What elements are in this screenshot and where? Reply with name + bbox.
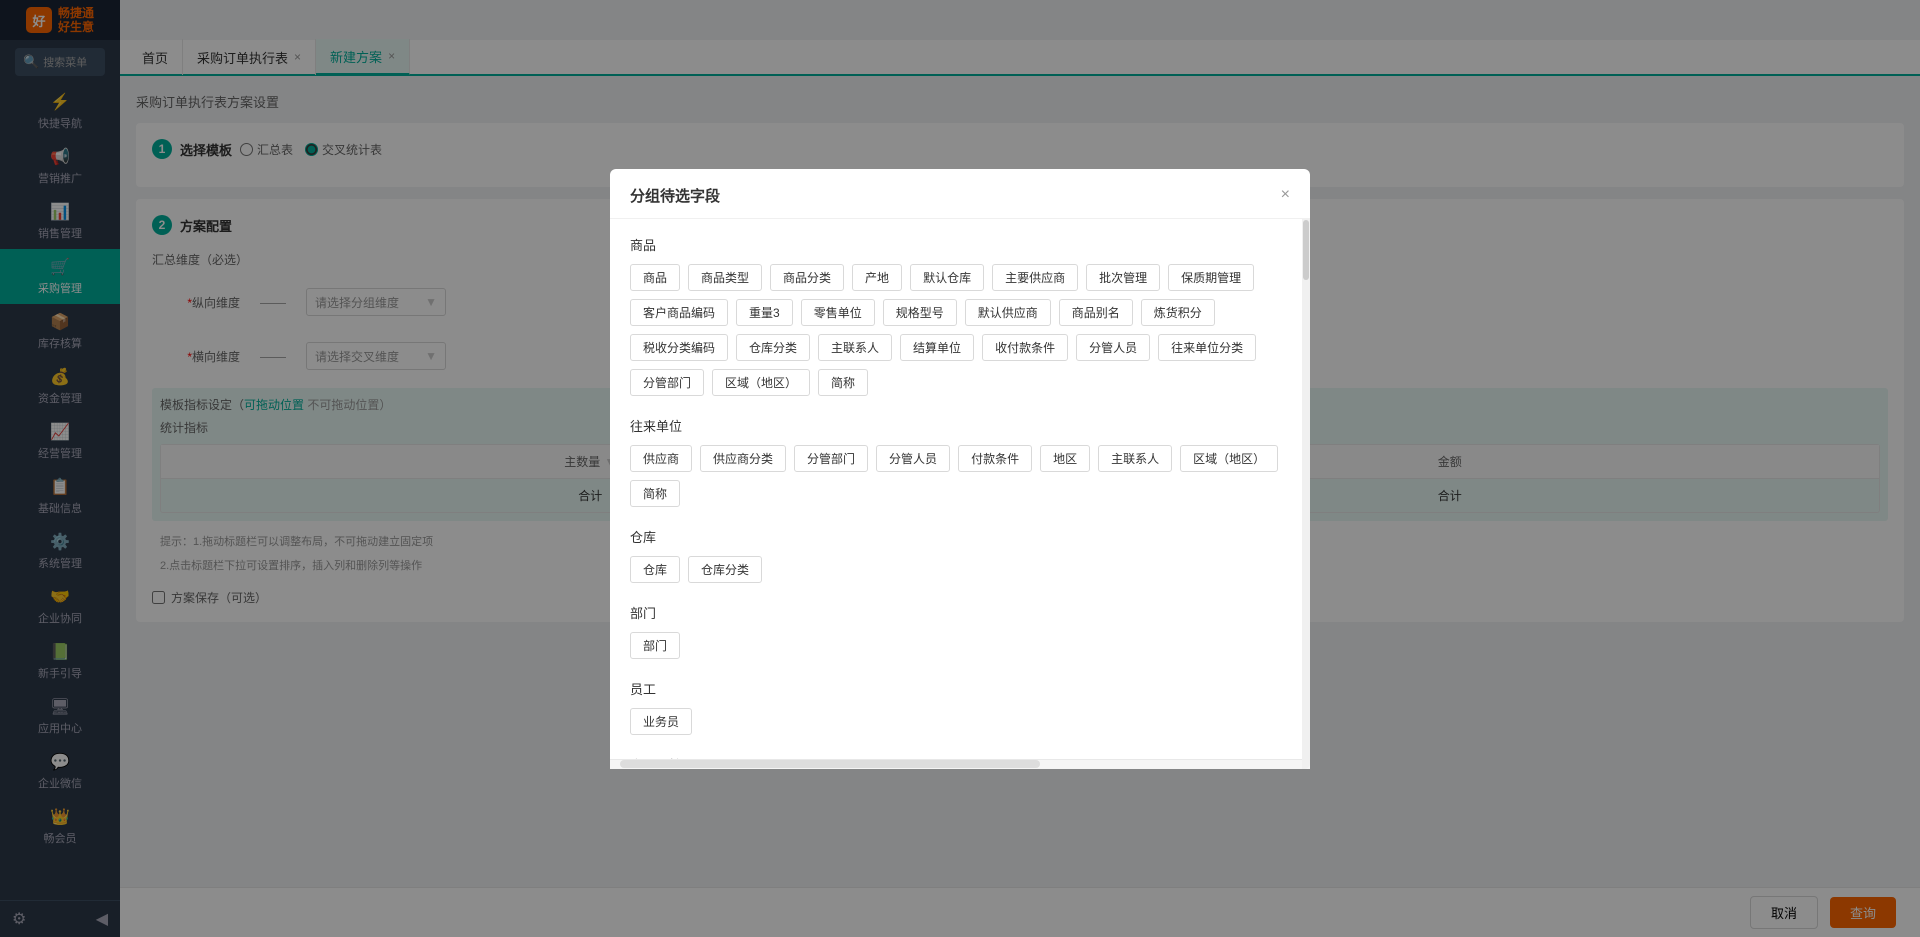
- field-section-partner: 往来单位 供应商 供应商分类 分管部门 分管人员 付款条件 地区 主联系人 区域…: [630, 416, 1290, 507]
- tag-product-alias[interactable]: 商品别名: [1059, 299, 1133, 326]
- tag-partner-category[interactable]: 往来单位分类: [1158, 334, 1256, 361]
- tag-dept-partner[interactable]: 分管部门: [794, 445, 868, 472]
- tag-short-name-product[interactable]: 简称: [818, 369, 868, 396]
- modal-body: 商品 商品 商品类型 商品分类 产地 默认仓库 主要供应商 批次管理 保质期管理…: [610, 219, 1310, 759]
- tag-supervisor[interactable]: 分管人员: [1076, 334, 1150, 361]
- tag-spec-model[interactable]: 规格型号: [883, 299, 957, 326]
- warehouse-tags: 仓库 仓库分类: [630, 556, 1290, 583]
- tag-product-category[interactable]: 商品分类: [770, 264, 844, 291]
- section-dept-title: 部门: [630, 603, 1290, 622]
- tag-default-supplier[interactable]: 默认供应商: [965, 299, 1051, 326]
- tag-weight3[interactable]: 重量3: [736, 299, 793, 326]
- modal: 分组待选字段 × 商品 商品 商品类型 商品分类 产地 默认仓库 主要供应商 批…: [610, 169, 1310, 769]
- tag-supplier-category[interactable]: 供应商分类: [700, 445, 786, 472]
- tag-payment-terms[interactable]: 收付款条件: [982, 334, 1068, 361]
- tag-tax-code[interactable]: 税收分类编码: [630, 334, 728, 361]
- tag-salesperson[interactable]: 业务员: [630, 708, 692, 735]
- tag-warehouse-type[interactable]: 仓库分类: [688, 556, 762, 583]
- dept-tags: 部门: [630, 632, 1290, 659]
- tag-warehouse[interactable]: 仓库: [630, 556, 680, 583]
- tag-product-type[interactable]: 商品类型: [688, 264, 762, 291]
- section-employee-title: 员工: [630, 679, 1290, 698]
- tag-supervisor-partner[interactable]: 分管人员: [876, 445, 950, 472]
- modal-hscrollbar[interactable]: [610, 759, 1310, 769]
- field-section-product: 商品 商品 商品类型 商品分类 产地 默认仓库 主要供应商 批次管理 保质期管理…: [630, 235, 1290, 396]
- tag-main-supplier[interactable]: 主要供应商: [992, 264, 1078, 291]
- section-warehouse-title: 仓库: [630, 527, 1290, 546]
- tag-retail-unit[interactable]: 零售单位: [801, 299, 875, 326]
- vscroll-thumb: [1303, 220, 1309, 280]
- modal-header: 分组待选字段 ×: [610, 169, 1310, 219]
- tag-area-partner[interactable]: 区域（地区）: [1180, 445, 1278, 472]
- partner-tags: 供应商 供应商分类 分管部门 分管人员 付款条件 地区 主联系人 区域（地区） …: [630, 445, 1290, 507]
- modal-overlay: 分组待选字段 × 商品 商品 商品类型 商品分类 产地 默认仓库 主要供应商 批…: [0, 0, 1920, 937]
- modal-title: 分组待选字段: [630, 185, 720, 206]
- tag-shelf-life[interactable]: 保质期管理: [1168, 264, 1254, 291]
- tag-payment-terms-partner[interactable]: 付款条件: [958, 445, 1032, 472]
- tag-origin[interactable]: 产地: [852, 264, 902, 291]
- tag-dept[interactable]: 部门: [630, 632, 680, 659]
- field-section-warehouse: 仓库 仓库 仓库分类: [630, 527, 1290, 583]
- employee-tags: 业务员: [630, 708, 1290, 735]
- tag-default-warehouse[interactable]: 默认仓库: [910, 264, 984, 291]
- section-product-title: 商品: [630, 235, 1290, 254]
- tag-main-contact[interactable]: 主联系人: [818, 334, 892, 361]
- field-section-employee: 员工 业务员: [630, 679, 1290, 735]
- tag-main-contact-partner[interactable]: 主联系人: [1098, 445, 1172, 472]
- tag-area-product[interactable]: 区域（地区）: [712, 369, 810, 396]
- tag-region-partner[interactable]: 地区: [1040, 445, 1090, 472]
- field-section-dept: 部门 部门: [630, 603, 1290, 659]
- tag-batch-mgmt[interactable]: 批次管理: [1086, 264, 1160, 291]
- modal-close-button[interactable]: ×: [1281, 186, 1290, 204]
- tag-settlement-unit[interactable]: 结算单位: [900, 334, 974, 361]
- product-tags: 商品 商品类型 商品分类 产地 默认仓库 主要供应商 批次管理 保质期管理 客户…: [630, 264, 1290, 396]
- section-partner-title: 往来单位: [630, 416, 1290, 435]
- tag-short-name-partner[interactable]: 简称: [630, 480, 680, 507]
- tag-supplier[interactable]: 供应商: [630, 445, 692, 472]
- tag-customer-code[interactable]: 客户商品编码: [630, 299, 728, 326]
- tag-dept-mgmt[interactable]: 分管部门: [630, 369, 704, 396]
- tag-warehouse-category[interactable]: 仓库分类: [736, 334, 810, 361]
- tag-product[interactable]: 商品: [630, 264, 680, 291]
- hscroll-thumb: [620, 760, 1040, 768]
- modal-vscrollbar[interactable]: [1302, 219, 1310, 769]
- tag-reward-points[interactable]: 炼货积分: [1141, 299, 1215, 326]
